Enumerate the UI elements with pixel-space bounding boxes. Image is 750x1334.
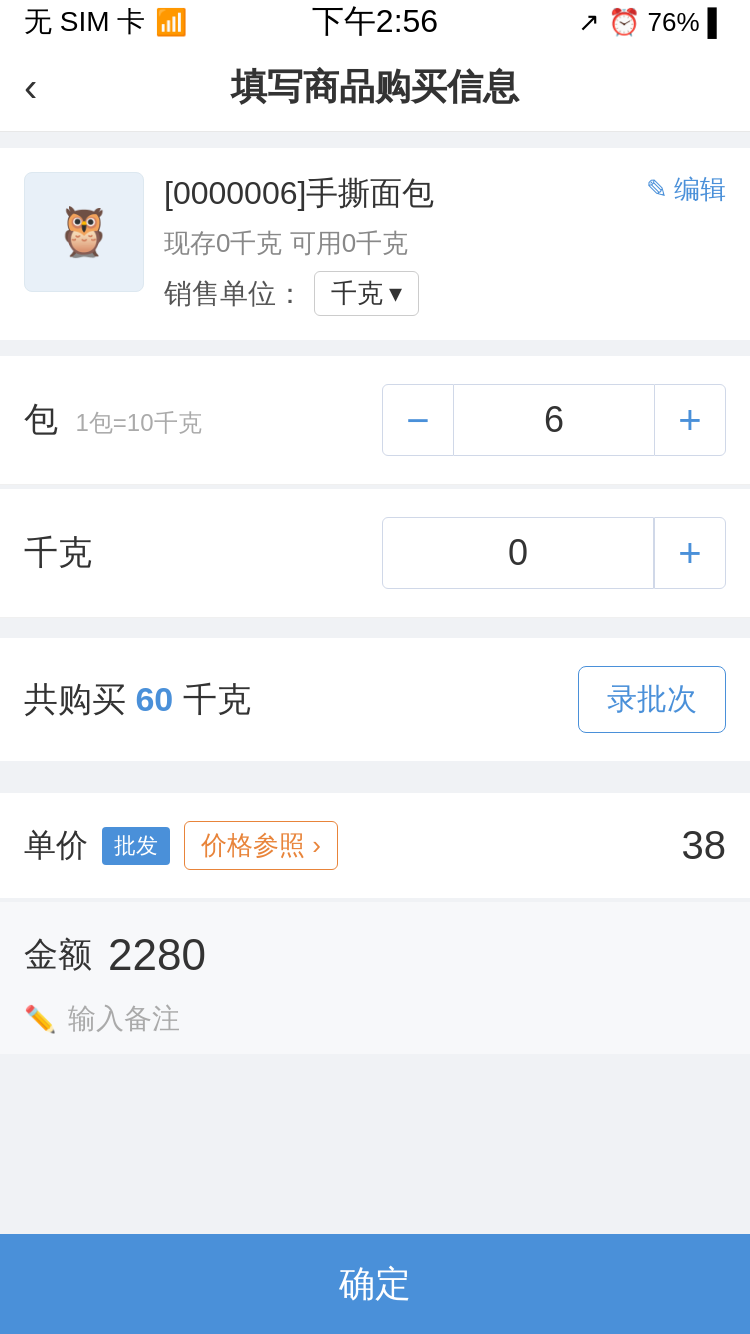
wifi-icon: 📶 (155, 7, 187, 38)
amount-row: 金额 2280 (24, 930, 726, 980)
confirm-button[interactable]: 确定 (0, 1234, 750, 1334)
product-name: [0000006]手撕面包 (164, 172, 626, 216)
increase-kg-button[interactable]: + (654, 517, 726, 589)
price-left: 单价 批发 价格参照 › (24, 821, 338, 870)
quantity-bao-input[interactable] (454, 384, 654, 456)
quantity-label-bao: 包 1包=10千克 (24, 397, 382, 443)
total-row: 共购买 60 千克 录批次 (0, 638, 750, 761)
unit-bao-sub: 1包=10千克 (75, 409, 201, 436)
unit-label: 销售单位： (164, 275, 304, 313)
quantity-label-kg: 千克 (24, 530, 382, 576)
nav-bar: ‹ 填写商品购买信息 (0, 44, 750, 132)
price-value: 38 (682, 823, 727, 868)
price-badge: 批发 (102, 827, 170, 865)
amount-value: 2280 (108, 930, 206, 980)
quantity-row-kg: 千克 + (0, 489, 750, 618)
unit-kg: 千克 (24, 533, 92, 571)
product-info: [0000006]手撕面包 现存0千克 可用0千克 销售单位： 千克 ▾ (164, 172, 626, 316)
product-stock: 现存0千克 可用0千克 (164, 226, 626, 261)
quantity-section-kg: 千克 + (0, 489, 750, 618)
price-label: 单价 (24, 824, 88, 868)
status-bar: 无 SIM 卡 📶 下午2:56 ↗ ⏰ 76% ▌ (0, 0, 750, 44)
product-card: 🦉 [0000006]手撕面包 现存0千克 可用0千克 销售单位： 千克 ▾ ✎… (0, 148, 750, 340)
pencil-icon: ✏️ (24, 1004, 56, 1035)
edit-icon: ✎ (646, 174, 668, 205)
price-section: 单价 批发 价格参照 › 38 (0, 793, 750, 898)
product-card-right: ✎ 编辑 (646, 172, 726, 207)
battery-label: 76% (648, 7, 700, 38)
product-thumbnail: 🦉 (54, 204, 114, 260)
unit-select[interactable]: 千克 ▾ (314, 271, 419, 316)
quantity-kg-input[interactable] (382, 517, 654, 589)
divider-2 (0, 622, 750, 638)
location-icon: ↗ (578, 7, 600, 38)
product-image: 🦉 (24, 172, 144, 292)
quantity-controls-bao: − + (382, 384, 726, 456)
amount-label: 金额 (24, 932, 92, 978)
decrease-bao-button[interactable]: − (382, 384, 454, 456)
remark-row[interactable]: ✏️ 输入备注 (24, 1000, 726, 1038)
amount-section: 金额 2280 ✏️ 输入备注 (0, 902, 750, 1054)
remark-placeholder: 输入备注 (68, 1000, 180, 1038)
status-right: ↗ ⏰ 76% ▌ (578, 7, 726, 38)
edit-label: 编辑 (674, 172, 726, 207)
battery-icon: ▌ (708, 7, 726, 38)
total-amount: 60 (135, 680, 182, 718)
total-text: 共购买 60 千克 (24, 677, 251, 723)
product-unit-row: 销售单位： 千克 ▾ (164, 271, 626, 316)
carrier-label: 无 SIM 卡 (24, 3, 145, 41)
edit-button[interactable]: ✎ 编辑 (646, 172, 726, 207)
price-ref-button[interactable]: 价格参照 › (184, 821, 338, 870)
increase-bao-button[interactable]: + (654, 384, 726, 456)
alarm-icon: ⏰ (608, 7, 640, 38)
batch-button[interactable]: 录批次 (578, 666, 726, 733)
quantity-controls-kg: + (382, 517, 726, 589)
total-unit: 千克 (183, 680, 251, 718)
unit-bao: 包 (24, 400, 58, 438)
status-time: 下午2:56 (312, 0, 438, 44)
total-prefix: 共购买 (24, 680, 126, 718)
quantity-section-bao: 包 1包=10千克 − + (0, 356, 750, 485)
page-title: 填写商品购买信息 (231, 63, 519, 112)
chevron-down-icon: ▾ (389, 278, 402, 309)
quantity-row-bao: 包 1包=10千克 − + (0, 356, 750, 485)
divider-3 (0, 777, 750, 793)
back-button[interactable]: ‹ (24, 65, 37, 110)
unit-value: 千克 (331, 276, 383, 311)
status-left: 无 SIM 卡 📶 (24, 3, 187, 41)
divider-1 (0, 132, 750, 148)
